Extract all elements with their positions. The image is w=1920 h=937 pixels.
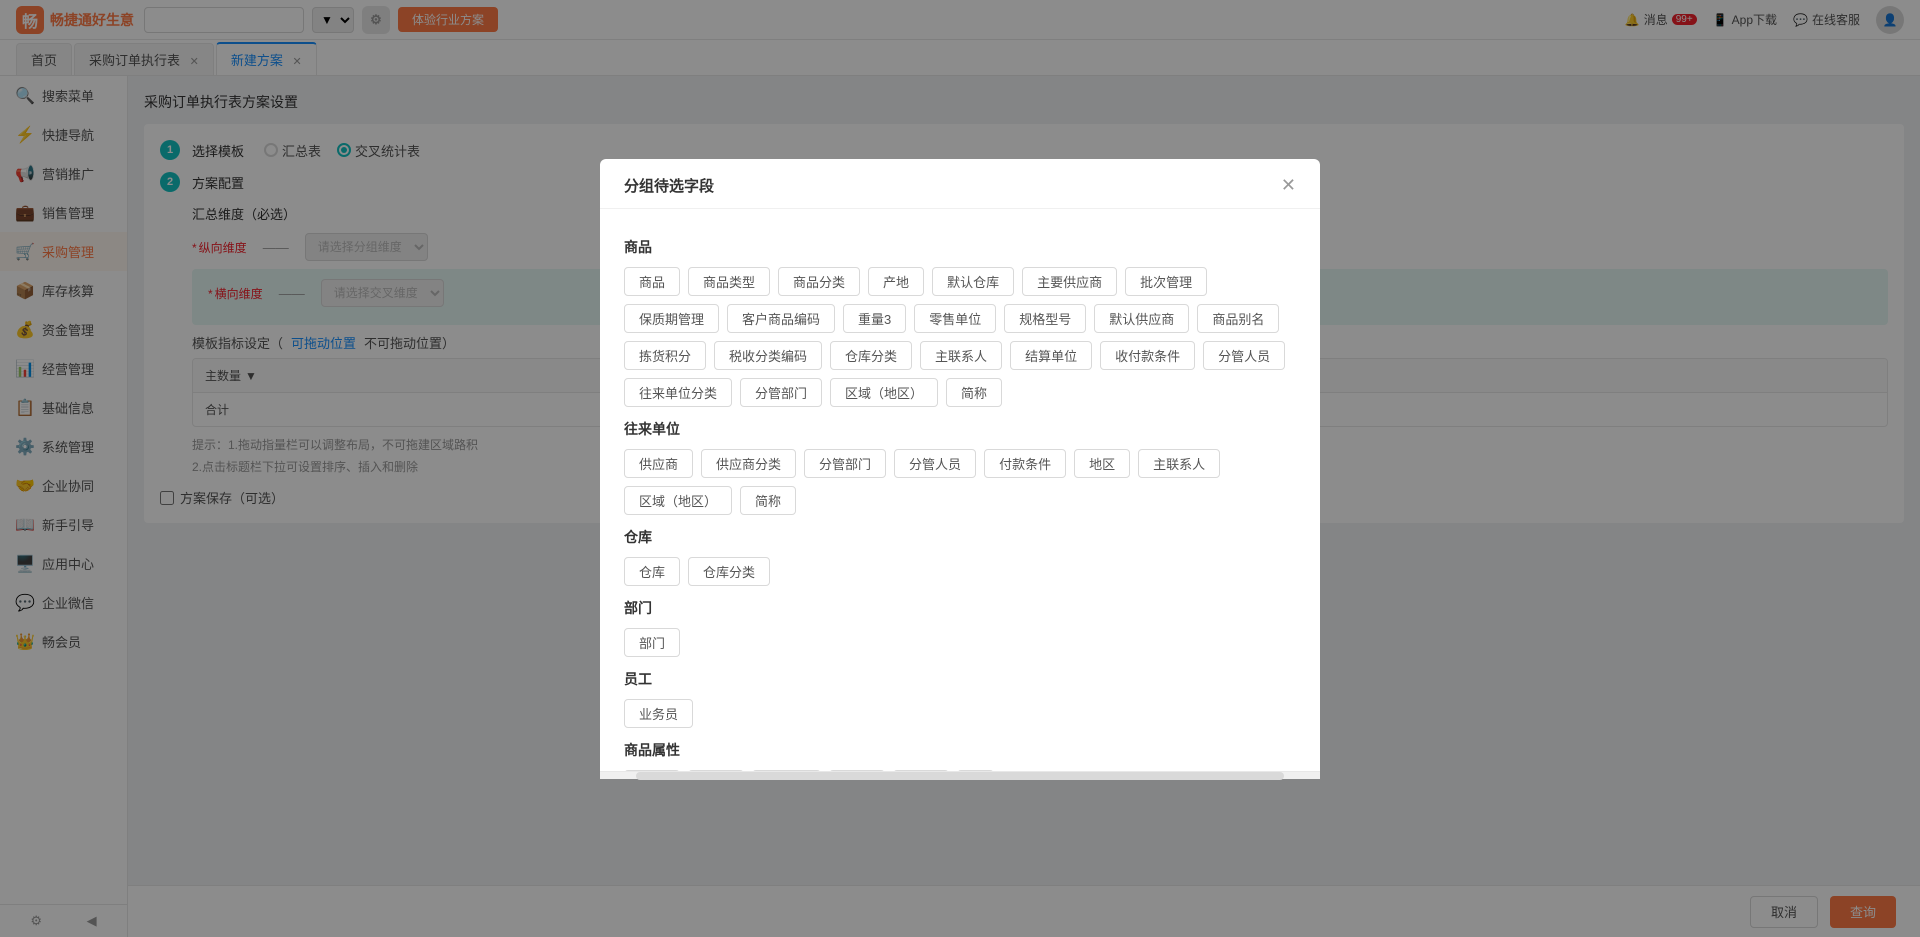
tag-goods-alias[interactable]: 商品别名	[1197, 304, 1279, 333]
modal-header: 分组待选字段 ✕	[600, 159, 1320, 209]
partner-tags-1: 供应商 供应商分类 分管部门 分管人员 付款条件 地区 主联系人	[624, 449, 1296, 478]
tag-region[interactable]: 区域（地区）	[830, 378, 938, 407]
modal-horizontal-scrollbar[interactable]	[600, 771, 1320, 778]
section-title-goods: 商品	[624, 237, 1296, 257]
tag-short-name2[interactable]: 简称	[740, 486, 796, 515]
partner-tags-2: 区域（地区） 简称	[624, 486, 1296, 515]
tag-dept-incharge[interactable]: 分管部门	[740, 378, 822, 407]
tag-batch-mgmt[interactable]: 批次管理	[1125, 267, 1207, 296]
goods-tags: 商品 商品类型 商品分类 产地 默认仓库 主要供应商 批次管理	[624, 267, 1296, 296]
tag-partner-category[interactable]: 往来单位分类	[624, 378, 732, 407]
tag-tax-code[interactable]: 税收分类编码	[714, 341, 822, 370]
modal-overlay: 分组待选字段 ✕ 商品 商品 商品类型 商品分类 产地 默认仓库 主要供应商 批…	[0, 0, 1920, 937]
employee-tags: 业务员	[624, 699, 1296, 728]
tag-payment-terms[interactable]: 收付款条件	[1100, 341, 1195, 370]
tag-dept-managed[interactable]: 分管部门	[804, 449, 886, 478]
section-title-partner: 往来单位	[624, 419, 1296, 439]
tag-weight3[interactable]: 重量3	[843, 304, 906, 333]
modal-close-btn[interactable]: ✕	[1281, 175, 1296, 196]
tag-warehouse-cat2[interactable]: 仓库分类	[688, 557, 770, 586]
tag-salesperson[interactable]: 业务员	[624, 699, 693, 728]
modal: 分组待选字段 ✕ 商品 商品 商品类型 商品分类 产地 默认仓库 主要供应商 批…	[600, 159, 1320, 779]
tag-expiry-mgmt[interactable]: 保质期管理	[624, 304, 719, 333]
tag-manager[interactable]: 分管人员	[1203, 341, 1285, 370]
goods-tags-3: 拣货积分 税收分类编码 仓库分类 主联系人 结算单位 收付款条件 分管人员	[624, 341, 1296, 370]
tag-spec-model[interactable]: 规格型号	[1004, 304, 1086, 333]
tag-retail-unit[interactable]: 零售单位	[914, 304, 996, 333]
tag-default-warehouse[interactable]: 默认仓库	[932, 267, 1014, 296]
tag-supplier[interactable]: 供应商	[624, 449, 693, 478]
tag-main-contact2[interactable]: 主联系人	[1138, 449, 1220, 478]
tag-customer-code[interactable]: 客户商品编码	[727, 304, 835, 333]
dept-tags: 部门	[624, 628, 1296, 657]
modal-body: 商品 商品 商品类型 商品分类 产地 默认仓库 主要供应商 批次管理 保质期管理…	[600, 209, 1320, 772]
tag-default-supplier[interactable]: 默认供应商	[1094, 304, 1189, 333]
tag-origin[interactable]: 产地	[868, 267, 924, 296]
modal-title: 分组待选字段	[624, 175, 714, 196]
tag-goods-category[interactable]: 商品分类	[778, 267, 860, 296]
section-title-warehouse: 仓库	[624, 527, 1296, 547]
tag-goods-type[interactable]: 商品类型	[688, 267, 770, 296]
tag-short-name[interactable]: 简称	[946, 378, 1002, 407]
section-title-dept: 部门	[624, 598, 1296, 618]
tag-main-contact[interactable]: 主联系人	[920, 341, 1002, 370]
tag-payment-cond[interactable]: 付款条件	[984, 449, 1066, 478]
section-title-employee: 员工	[624, 669, 1296, 689]
tag-region2[interactable]: 区域（地区）	[624, 486, 732, 515]
tag-supplier-category[interactable]: 供应商分类	[701, 449, 796, 478]
tag-settlement-unit[interactable]: 结算单位	[1010, 341, 1092, 370]
warehouse-tags: 仓库 仓库分类	[624, 557, 1296, 586]
tag-pick-points[interactable]: 拣货积分	[624, 341, 706, 370]
tag-goods[interactable]: 商品	[624, 267, 680, 296]
section-title-goods-attr: 商品属性	[624, 740, 1296, 760]
goods-tags-2: 保质期管理 客户商品编码 重量3 零售单位 规格型号 默认供应商 商品别名	[624, 304, 1296, 333]
tag-dept[interactable]: 部门	[624, 628, 680, 657]
goods-tags-4: 往来单位分类 分管部门 区域（地区） 简称	[624, 378, 1296, 407]
tag-managed-person[interactable]: 分管人员	[894, 449, 976, 478]
tag-area[interactable]: 地区	[1074, 449, 1130, 478]
tag-warehouse-cat[interactable]: 仓库分类	[830, 341, 912, 370]
tag-main-supplier[interactable]: 主要供应商	[1022, 267, 1117, 296]
tag-warehouse[interactable]: 仓库	[624, 557, 680, 586]
